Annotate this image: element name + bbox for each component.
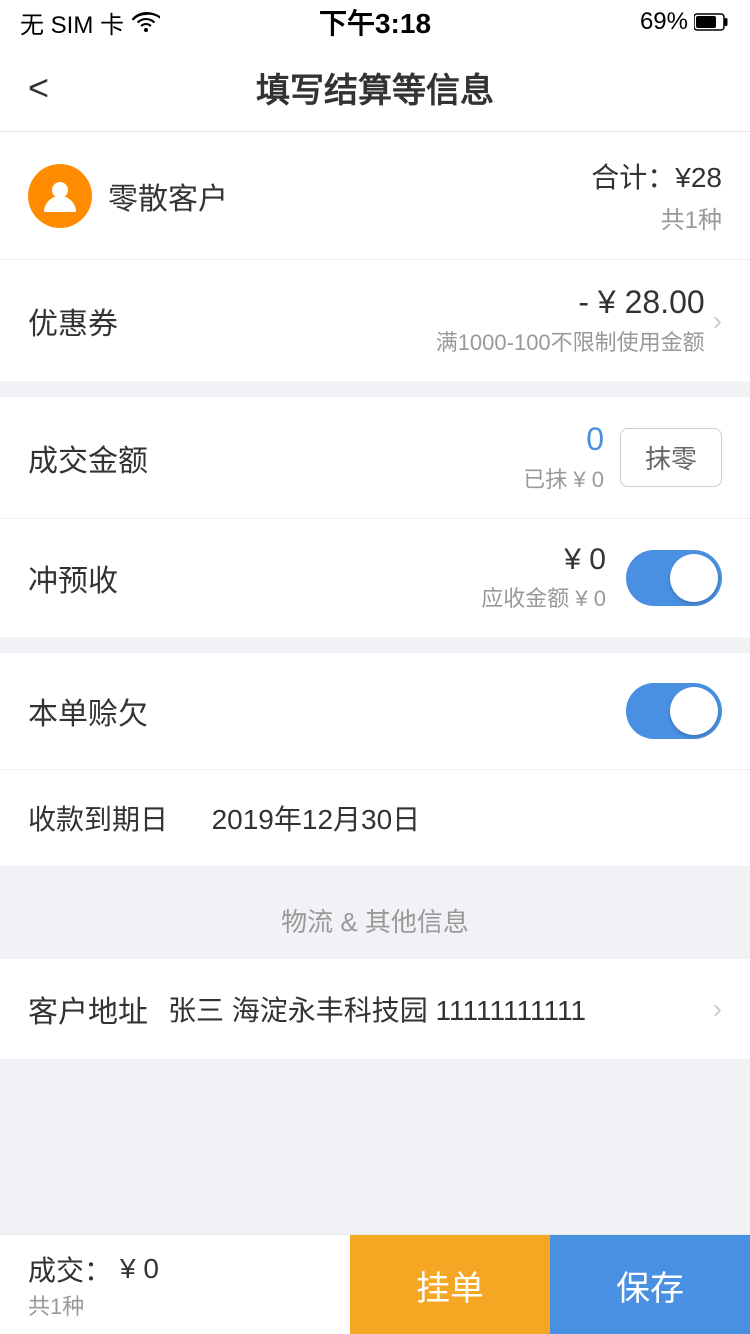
address-value: 张三 海淀永丰科技园 11111111111 (168, 989, 713, 1029)
status-bar: 无 SIM 卡 下午3:18 69% (0, 0, 750, 44)
coupon-right: - ¥ 28.00 满1000-100不限制使用金额 › (436, 284, 722, 357)
bottom-bar: 成交： ¥ 0 共1种 挂单 保存 (0, 1234, 750, 1334)
bottom-spacer (0, 1075, 750, 1175)
prepayment-toggle-knob (670, 554, 718, 602)
page-title: 填写结算等信息 (256, 63, 494, 112)
deal-prepay-section: 成交金额 0 已抹 ¥ 0 抹零 冲预收 ¥ 0 应收金额 ¥ 0 (0, 397, 750, 637)
debt-row: 本单赊欠 (0, 653, 750, 769)
debt-toggle-knob (670, 687, 718, 735)
coupon-label: 优惠券 (28, 299, 118, 343)
debt-section: 本单赊欠 收款到期日 2019年12月30日 (0, 653, 750, 866)
coupon-desc: 满1000-100不限制使用金额 (436, 325, 705, 357)
bottom-deal-amount: ¥ 0 (120, 1253, 159, 1285)
nav-bar: < 填写结算等信息 (0, 44, 750, 132)
prepayment-value: ¥ 0 (481, 543, 606, 577)
status-time: 下午3:18 (319, 2, 431, 42)
debt-toggle[interactable] (626, 683, 722, 739)
address-section: 客户地址 张三 海淀永丰科技园 11111111111 › (0, 959, 750, 1059)
customer-section: 零散客户 合计：¥28 共1种 优惠券 - ¥ 28.00 满1000-100不… (0, 132, 750, 381)
logistics-header: 物流 & 其他信息 (0, 882, 750, 959)
due-date-value: 2019年12月30日 (212, 804, 421, 835)
prepayment-right: ¥ 0 应收金额 ¥ 0 (481, 543, 722, 613)
battery-icon (694, 12, 730, 32)
no-sim-label: 无 SIM 卡 (20, 5, 124, 40)
debt-label: 本单赊欠 (28, 689, 148, 733)
address-label: 客户地址 (28, 987, 148, 1031)
bottom-count: 共1种 (28, 1289, 322, 1321)
deal-amount-right: 0 已抹 ¥ 0 抹零 (523, 421, 722, 494)
prepayment-row: 冲预收 ¥ 0 应收金额 ¥ 0 (0, 518, 750, 637)
status-right: 69% (640, 8, 730, 36)
hold-button[interactable]: 挂单 (350, 1235, 550, 1334)
due-date-content: 收款到期日 2019年12月30日 (28, 804, 420, 835)
deal-amount-value-block: 0 已抹 ¥ 0 (523, 421, 604, 494)
save-button[interactable]: 保存 (550, 1235, 750, 1334)
prepayment-toggle[interactable] (626, 550, 722, 606)
address-chevron-icon: › (713, 993, 722, 1025)
due-date-spacer (176, 804, 204, 835)
bottom-info: 成交： ¥ 0 共1种 (0, 1235, 350, 1334)
logistics-label: 物流 & 其他信息 (281, 907, 469, 937)
back-button[interactable]: < (28, 67, 49, 109)
deal-amount-value: 0 (523, 421, 604, 458)
due-date-row: 收款到期日 2019年12月30日 (0, 769, 750, 866)
deal-amount-row: 成交金额 0 已抹 ¥ 0 抹零 (0, 397, 750, 518)
battery-percent: 69% (640, 8, 688, 36)
customer-right: 合计：¥28 共1种 (591, 156, 722, 235)
bottom-deal-row: 成交： ¥ 0 (28, 1249, 322, 1289)
bottom-deal-label: 成交： (28, 1249, 112, 1289)
user-icon (40, 176, 80, 216)
wifi-icon (132, 12, 160, 32)
prepayment-sub: 应收金额 ¥ 0 (481, 581, 606, 613)
round-off-button[interactable]: 抹零 (620, 428, 722, 487)
coupon-discount: - ¥ 28.00 (436, 284, 705, 321)
due-date-label: 收款到期日 (28, 804, 168, 835)
total-count: 共1种 (591, 200, 722, 235)
avatar (28, 164, 92, 228)
status-left: 无 SIM 卡 (20, 5, 160, 40)
deal-amount-sub: 已抹 ¥ 0 (523, 462, 604, 494)
customer-name: 零散客户 (108, 174, 228, 218)
deal-amount-label: 成交金额 (28, 436, 148, 480)
address-row[interactable]: 客户地址 张三 海淀永丰科技园 11111111111 › (0, 959, 750, 1059)
total-amount: 合计：¥28 (591, 156, 722, 196)
prepayment-value-block: ¥ 0 应收金额 ¥ 0 (481, 543, 606, 613)
customer-row: 零散客户 合计：¥28 共1种 (0, 132, 750, 259)
prepayment-label: 冲预收 (28, 556, 118, 600)
coupon-row[interactable]: 优惠券 - ¥ 28.00 满1000-100不限制使用金额 › (0, 259, 750, 381)
customer-left: 零散客户 (28, 164, 228, 228)
coupon-chevron-icon: › (713, 305, 722, 337)
coupon-info: - ¥ 28.00 满1000-100不限制使用金额 (436, 284, 705, 357)
